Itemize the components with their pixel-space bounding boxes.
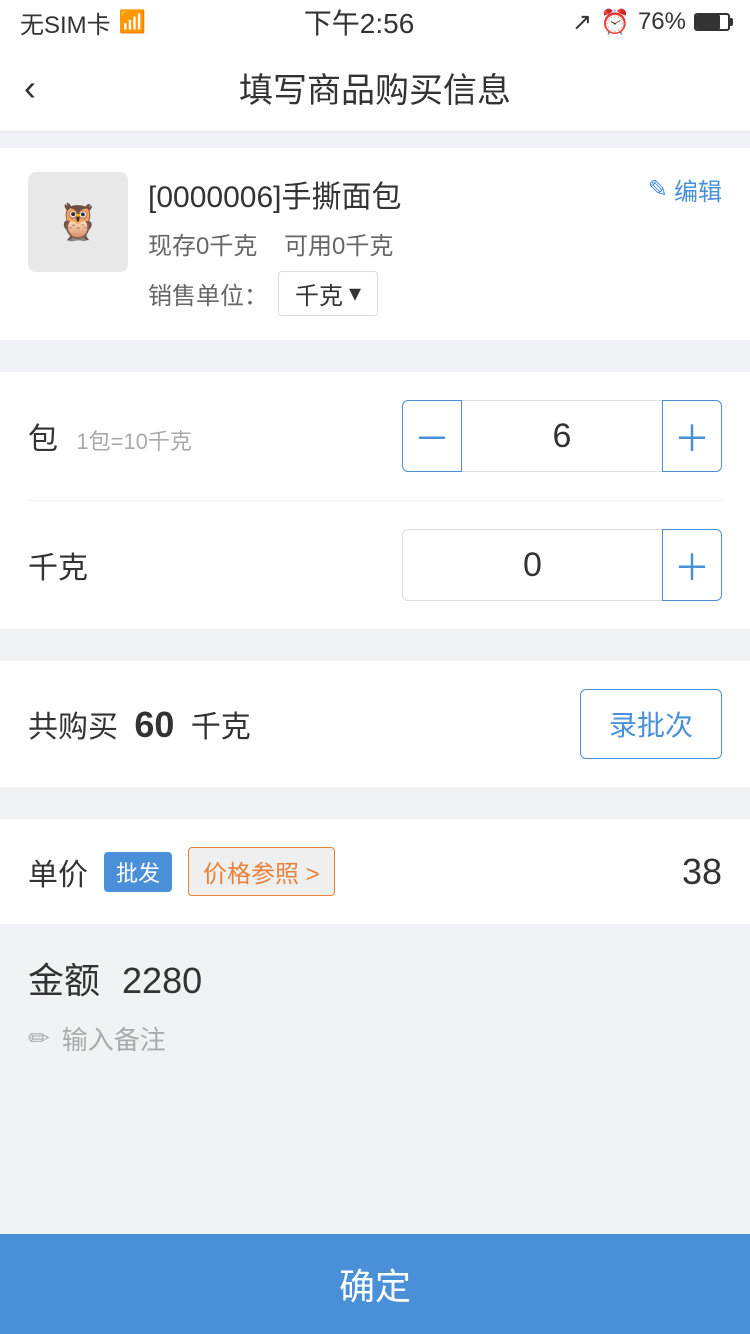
status-time: 下午2:56: [304, 2, 415, 42]
wifi-icon: 📶: [119, 9, 146, 35]
content-spacer: [0, 1085, 750, 1234]
status-bar: 无SIM卡 📶 下午2:56 ↗ ⏰ 76%: [0, 0, 750, 44]
divider-4: [0, 803, 750, 819]
status-left: 无SIM卡 📶: [20, 5, 146, 40]
batch-button[interactable]: 录批次: [580, 689, 722, 759]
amount-label: 金额: [28, 960, 100, 1001]
divider-3: [0, 645, 750, 661]
chevron-down-icon: ▾: [349, 279, 361, 308]
kg-row: 千克 ＋: [28, 501, 722, 629]
product-stock: 现存0千克 可用0千克: [148, 226, 628, 261]
price-section: 单价 批发 价格参照 > 38: [0, 819, 750, 924]
unit-value: 千克: [295, 276, 343, 311]
total-unit: 千克: [191, 711, 251, 744]
amount-value: 2280: [122, 960, 202, 1001]
edit-label: 编辑: [674, 172, 722, 207]
amount-row: 金额 2280: [28, 952, 722, 1004]
product-logo-icon: 🦉: [56, 201, 101, 243]
bao-controls: － ＋: [402, 400, 722, 472]
carrier-text: 无SIM卡: [20, 5, 111, 40]
product-unit-row: 销售单位： 千克 ▾: [148, 271, 628, 316]
divider-1: [0, 132, 750, 148]
price-label: 单价: [28, 850, 88, 894]
bao-increment-button[interactable]: ＋: [662, 400, 722, 472]
price-reference-button[interactable]: 价格参照 >: [188, 847, 335, 896]
status-right: ↗ ⏰ 76%: [572, 8, 730, 37]
back-button[interactable]: ‹: [24, 67, 36, 109]
kg-label: 千克: [28, 543, 402, 587]
quantity-section: 包 1包=10千克 － ＋ 千克 ＋: [0, 372, 750, 629]
bao-hint: 1包=10千克: [76, 429, 192, 454]
pencil-icon: ✏: [28, 1023, 50, 1054]
alarm-icon: ⏰: [600, 8, 630, 37]
product-name: [0000006]手撕面包: [148, 172, 628, 216]
kg-input[interactable]: [402, 529, 662, 601]
edit-icon: ✎: [648, 175, 668, 204]
battery-icon: [694, 13, 730, 31]
total-value: 60: [134, 704, 174, 745]
location-icon: ↗: [572, 8, 592, 37]
product-card: 🦉 [0000006]手撕面包 现存0千克 可用0千克 销售单位： 千克 ▾ ✎…: [0, 148, 750, 340]
total-text: 共购买 60 千克: [28, 702, 251, 746]
nav-bar: ‹ 填写商品购买信息: [0, 44, 750, 132]
product-info: [0000006]手撕面包 现存0千克 可用0千克 销售单位： 千克 ▾: [148, 172, 628, 316]
bao-label: 包 1包=10千克: [28, 414, 402, 458]
divider-2: [0, 356, 750, 372]
kg-increment-button[interactable]: ＋: [662, 529, 722, 601]
kg-controls: ＋: [402, 529, 722, 601]
amount-section: 金额 2280 ✏ 输入备注: [0, 924, 750, 1085]
price-tag-badge: 批发: [104, 852, 172, 892]
total-label: 共购买: [28, 711, 118, 744]
edit-button[interactable]: ✎ 编辑: [648, 172, 722, 207]
confirm-button[interactable]: 确定: [0, 1234, 750, 1334]
product-image: 🦉: [28, 172, 128, 272]
total-section: 共购买 60 千克 录批次: [0, 661, 750, 787]
unit-label: 销售单位：: [148, 276, 268, 311]
note-row[interactable]: ✏ 输入备注: [28, 1020, 722, 1057]
note-placeholder: 输入备注: [62, 1020, 166, 1057]
bao-decrement-button[interactable]: －: [402, 400, 462, 472]
unit-select[interactable]: 千克 ▾: [278, 271, 378, 316]
bao-row: 包 1包=10千克 － ＋: [28, 372, 722, 501]
price-value: 38: [682, 851, 722, 893]
battery-percent: 76%: [638, 8, 686, 36]
stock-text: 现存0千克: [148, 233, 257, 260]
page-title: 填写商品购买信息: [239, 63, 511, 112]
available-text: 可用0千克: [284, 233, 393, 260]
price-row: 单价 批发 价格参照 > 38: [28, 847, 722, 896]
bao-input[interactable]: [462, 400, 662, 472]
